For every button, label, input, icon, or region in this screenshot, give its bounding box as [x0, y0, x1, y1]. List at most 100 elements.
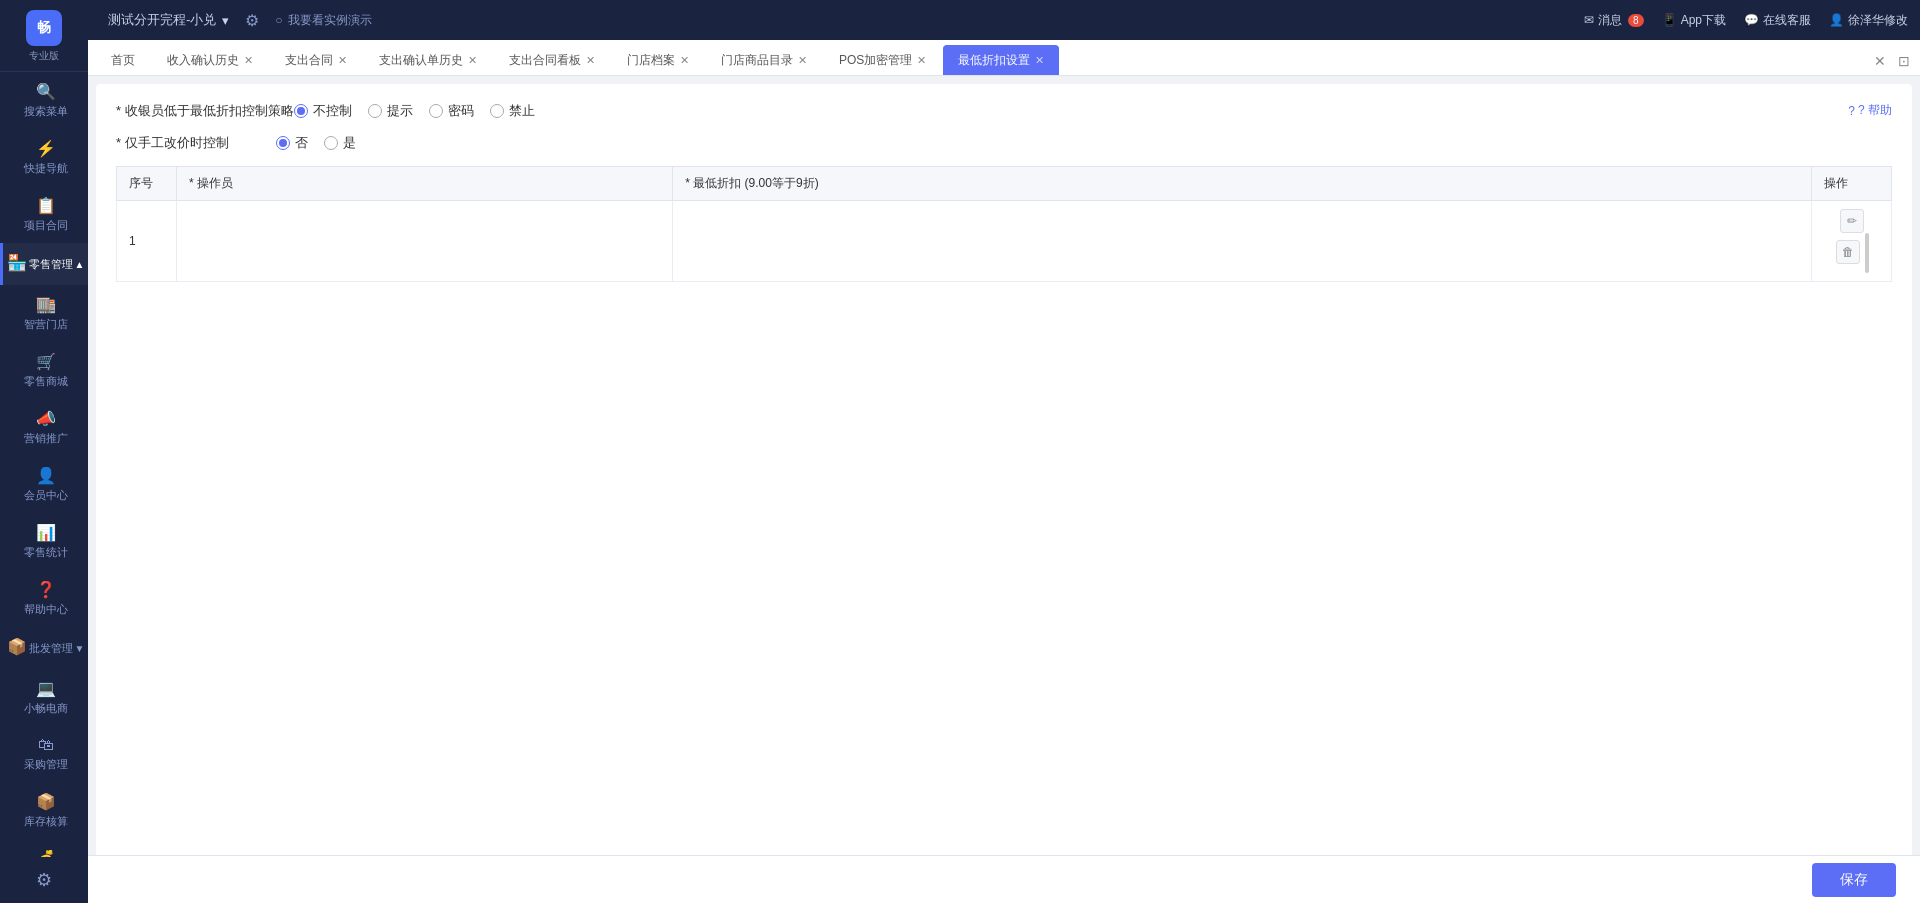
radio-no-circle — [276, 136, 290, 150]
cell-min-discount[interactable] — [673, 201, 1812, 282]
tab-income[interactable]: 收入确认历史 ✕ — [152, 45, 268, 75]
topbar: 测试分开完程-小兑 ▾ ⚙ ○ 我要看实例演示 ✉ 消息 8 📱 App下载 💬… — [88, 0, 1920, 40]
discount-table: 序号 * 操作员 * 最低折扣 (9.00等于9折) 操作 1 ✏ 🗑 — [116, 166, 1892, 282]
user-name: 徐泽华修改 — [1848, 12, 1908, 29]
sidebar-item-search[interactable]: 🔍 搜索菜单 — [0, 72, 88, 129]
cell-seq: 1 — [117, 201, 177, 282]
help-link[interactable]: ? ? 帮助 — [1848, 102, 1892, 119]
sidebar-item-smartstore[interactable]: 🏬 智营门店 — [0, 285, 88, 342]
sidebar-item-finance[interactable]: 💰 资金管理 — [0, 839, 88, 857]
tab-payment-board[interactable]: 支出合同看板 ✕ — [494, 45, 610, 75]
smartstore-icon: 🏬 — [36, 295, 56, 314]
tab-payment[interactable]: 支出合同 ✕ — [270, 45, 362, 75]
sidebar-item-label: 搜索菜单 — [24, 104, 68, 119]
radio-forbidden[interactable]: 禁止 — [490, 102, 535, 120]
tab-pos-lock-label: POS加密管理 — [839, 52, 912, 69]
project-dropdown-icon: ▾ — [222, 13, 229, 28]
sidebar-item-label: 会员中心 — [24, 488, 68, 503]
topbar-settings-button[interactable]: ⚙ — [245, 11, 259, 30]
tab-store-file[interactable]: 门店档案 ✕ — [612, 45, 704, 75]
table-body: 1 ✏ 🗑 — [117, 201, 1892, 282]
message-button[interactable]: ✉ 消息 8 — [1584, 12, 1644, 29]
radio-password-label: 密码 — [448, 102, 474, 120]
radio-prompt[interactable]: 提示 — [368, 102, 413, 120]
tab-expand-button[interactable]: ⊡ — [1896, 51, 1912, 71]
sidebar-item-quicknav[interactable]: ⚡ 快捷导航 — [0, 129, 88, 186]
online-service-button[interactable]: 💬 在线客服 — [1744, 12, 1811, 29]
manual-control-radio-group: 否 是 — [276, 134, 356, 152]
retail-arrow-icon: ▲ — [75, 259, 85, 270]
tab-home-label: 首页 — [111, 52, 135, 69]
user-menu-button[interactable]: 👤 徐泽华修改 — [1829, 12, 1908, 29]
radio-no-control[interactable]: 不控制 — [294, 102, 352, 120]
tab-payment-confirm[interactable]: 支出确认单历史 ✕ — [364, 45, 492, 75]
topbar-project-selector[interactable]: 测试分开完程-小兑 ▾ — [100, 7, 237, 33]
sidebar-item-inventory[interactable]: 📦 库存核算 — [0, 782, 88, 839]
tab-payment-close[interactable]: ✕ — [338, 54, 347, 67]
service-label: 在线客服 — [1763, 12, 1811, 29]
sidebar-item-retail[interactable]: 🏪 零售管理 ▲ — [0, 243, 88, 285]
sidebar-item-purchase[interactable]: 🛍 采购管理 — [0, 726, 88, 782]
question-icon: ? — [1848, 104, 1855, 118]
tab-min-discount-label: 最低折扣设置 — [958, 52, 1030, 69]
tabbar: 首页 收入确认历史 ✕ 支出合同 ✕ 支出确认单历史 ✕ 支出合同看板 ✕ 门店… — [88, 40, 1920, 76]
main-area: 测试分开完程-小兑 ▾ ⚙ ○ 我要看实例演示 ✉ 消息 8 📱 App下载 💬… — [88, 0, 1920, 903]
finance-icon: 💰 — [36, 849, 56, 857]
tab-home[interactable]: 首页 — [96, 45, 150, 75]
topbar-demo-button[interactable]: ○ 我要看实例演示 — [275, 12, 371, 29]
settings-bottom-button[interactable]: ⚙ — [0, 857, 88, 903]
col-actions: 操作 — [1812, 167, 1892, 201]
radio-yes-circle — [324, 136, 338, 150]
app-download-button[interactable]: 📱 App下载 — [1662, 12, 1726, 29]
radio-password-circle — [429, 104, 443, 118]
sidebar-item-label: 零售管理 — [29, 257, 73, 272]
tab-store-file-close[interactable]: ✕ — [680, 54, 689, 67]
tab-payment-board-close[interactable]: ✕ — [586, 54, 595, 67]
radio-no-control-circle — [294, 104, 308, 118]
delete-row-button[interactable]: 🗑 — [1836, 240, 1860, 264]
tab-min-discount-close[interactable]: ✕ — [1035, 54, 1044, 67]
sidebar-item-label: 营销推广 — [24, 431, 68, 446]
radio-no-control-label: 不控制 — [313, 102, 352, 120]
sidebar-item-ecommerce[interactable]: 💻 小畅电商 — [0, 669, 88, 726]
sidebar-item-project[interactable]: 📋 项目合同 — [0, 186, 88, 243]
radio-prompt-label: 提示 — [387, 102, 413, 120]
radio-password[interactable]: 密码 — [429, 102, 474, 120]
cashier-policy-label-text: * 收银员低于最低折扣控制策略 — [116, 102, 294, 120]
sidebar-logo: 畅 专业版 — [0, 0, 88, 72]
manual-control-label-text: * 仅手工改价时控制 — [116, 134, 229, 152]
cell-operator[interactable] — [177, 201, 673, 282]
tab-income-label: 收入确认历史 — [167, 52, 239, 69]
tab-pos-lock[interactable]: POS加密管理 ✕ — [824, 45, 941, 75]
tab-store-goods[interactable]: 门店商品目录 ✕ — [706, 45, 822, 75]
quicknav-icon: ⚡ — [36, 139, 56, 158]
sidebar-item-member[interactable]: 👤 会员中心 — [0, 456, 88, 513]
sidebar-item-wholesale[interactable]: 📦 批发管理 ▼ — [0, 627, 88, 669]
demo-text: 我要看实例演示 — [288, 12, 372, 29]
sidebar-item-marketing[interactable]: 📣 营销推广 — [0, 399, 88, 456]
col-operator: * 操作员 — [177, 167, 673, 201]
sidebar-item-label: 帮助中心 — [24, 602, 68, 617]
tab-pos-lock-close[interactable]: ✕ — [917, 54, 926, 67]
sidebar-item-label: 零售商城 — [24, 374, 68, 389]
sidebar-item-label: 快捷导航 — [24, 161, 68, 176]
tab-income-close[interactable]: ✕ — [244, 54, 253, 67]
topbar-right: ✉ 消息 8 📱 App下载 💬 在线客服 👤 徐泽华修改 — [1584, 12, 1908, 29]
radio-no[interactable]: 否 — [276, 134, 308, 152]
edit-row-button[interactable]: ✏ — [1840, 209, 1864, 233]
content-area: ? ? 帮助 * 收银员低于最低折扣控制策略 不控制 提示 — [88, 76, 1920, 903]
sidebar-item-onlineshop[interactable]: 🛒 零售商城 — [0, 342, 88, 399]
tab-close-all-button[interactable]: ✕ — [1872, 51, 1888, 71]
sidebar-item-label: 项目合同 — [24, 218, 68, 233]
table-header-row: 序号 * 操作员 * 最低折扣 (9.00等于9折) 操作 — [117, 167, 1892, 201]
table-scroll-handle — [1865, 233, 1869, 273]
tab-payment-confirm-close[interactable]: ✕ — [468, 54, 477, 67]
sidebar-item-help[interactable]: ❓ 帮助中心 — [0, 570, 88, 627]
tab-store-goods-close[interactable]: ✕ — [798, 54, 807, 67]
tab-min-discount[interactable]: 最低折扣设置 ✕ — [943, 45, 1059, 75]
save-button[interactable]: 保存 — [1812, 863, 1896, 897]
retailstat-icon: 📊 — [36, 523, 56, 542]
sidebar-item-retailstat[interactable]: 📊 零售统计 — [0, 513, 88, 570]
radio-yes[interactable]: 是 — [324, 134, 356, 152]
marketing-icon: 📣 — [36, 409, 56, 428]
